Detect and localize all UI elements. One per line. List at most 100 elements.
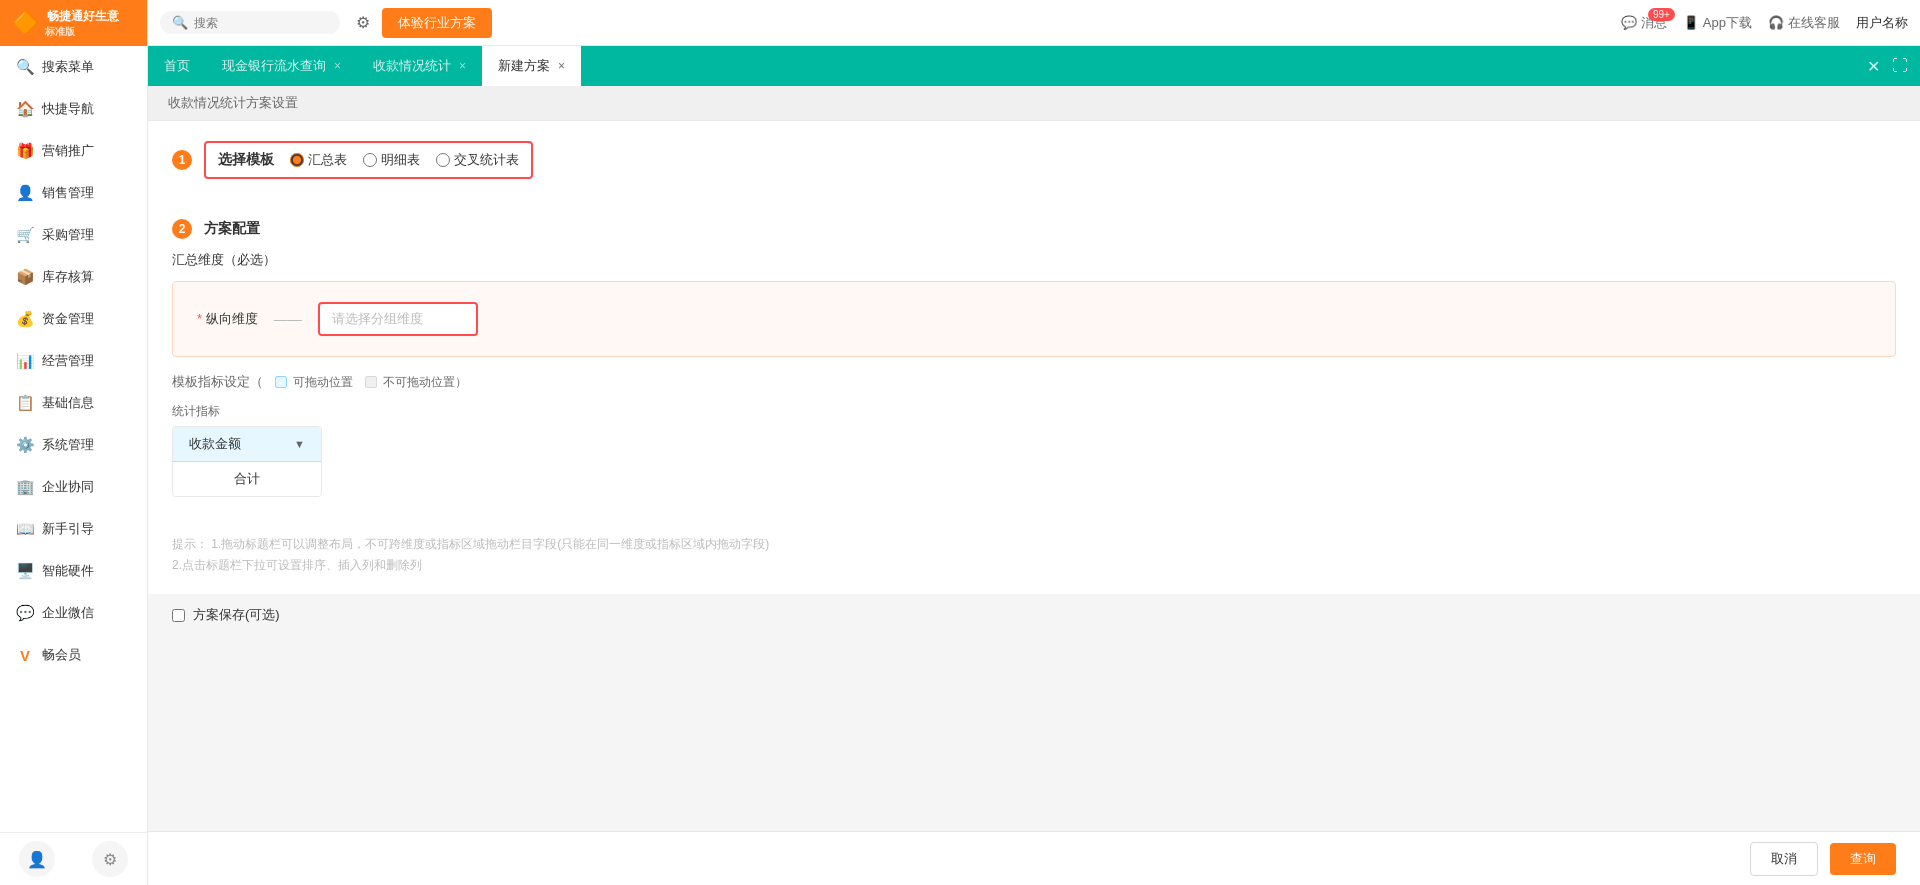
home-icon: 🏠 xyxy=(16,100,34,118)
search-input[interactable] xyxy=(194,16,328,30)
sidebar-item-inventory[interactable]: 📦 库存核算 xyxy=(0,256,147,298)
sidebar-item-label: 新手引导 xyxy=(42,520,94,538)
book-icon: 📖 xyxy=(16,520,34,538)
message-icon: 💬 xyxy=(1621,15,1637,30)
gift-icon: 🎁 xyxy=(16,142,34,160)
sidebar-item-label: 搜索菜单 xyxy=(42,58,94,76)
sidebar-item-quick-nav[interactable]: 🏠 快捷导航 xyxy=(0,88,147,130)
radio-detail[interactable]: 明细表 xyxy=(363,151,420,169)
tab-receipt-close[interactable]: × xyxy=(459,59,466,73)
sidebar-item-system[interactable]: ⚙️ 系统管理 xyxy=(0,424,147,466)
notification-btn[interactable]: 💬 消息 99+ xyxy=(1621,14,1667,32)
indicator-table: 收款金额 ▼ 合计 xyxy=(172,426,322,497)
gear-icon: ⚙️ xyxy=(16,436,34,454)
sidebar-item-basic-info[interactable]: 📋 基础信息 xyxy=(0,382,147,424)
fixed-dot xyxy=(365,376,377,388)
sidebar-item-label: 企业协同 xyxy=(42,478,94,496)
sidebar-item-label: 基础信息 xyxy=(42,394,94,412)
save-checkbox[interactable] xyxy=(172,609,185,622)
sidebar-item-search-menu[interactable]: 🔍 搜索菜单 xyxy=(0,46,147,88)
sidebar-item-marketing[interactable]: 🎁 营销推广 xyxy=(0,130,147,172)
stat-label: 统计指标 xyxy=(172,403,1896,420)
stat-col-label: 收款金额 xyxy=(189,435,241,453)
sidebar-item-label: 快捷导航 xyxy=(42,100,94,118)
radio-cross-input[interactable] xyxy=(436,153,450,167)
tab-new-plan-label: 新建方案 xyxy=(498,57,550,75)
topbar-right: 💬 消息 99+ 📱 App下载 🎧 在线客服 用户名称 xyxy=(1621,14,1908,32)
tab-cashflow-close[interactable]: × xyxy=(334,59,341,73)
dimension-select[interactable]: 请选择分组维度 xyxy=(318,302,478,336)
sidebar-item-label: 营销推广 xyxy=(42,142,94,160)
sidebar-item-label: 销售管理 xyxy=(42,184,94,202)
step2-section: 2 方案配置 汇总维度（必选） * 纵向维度 —— 请选择分组维度 xyxy=(148,219,1920,528)
footer: 取消 查询 xyxy=(148,831,1920,885)
indicators-title: 模板指标设定（ xyxy=(172,373,263,391)
tab-new-plan-close[interactable]: × xyxy=(558,59,565,73)
query-button[interactable]: 查询 xyxy=(1830,843,1896,875)
sidebar-item-enterprise[interactable]: 🏢 企业协同 xyxy=(0,466,147,508)
tab-new-plan[interactable]: 新建方案 × xyxy=(482,46,581,86)
sidebar-bottom: 👤 ⚙ xyxy=(0,832,147,885)
movable-label: 可拖动位置 xyxy=(293,374,353,391)
username: 用户名称 xyxy=(1856,14,1908,32)
box-icon: 📦 xyxy=(16,268,34,286)
sidebar-settings[interactable]: ⚙ xyxy=(92,841,128,877)
close-tab-icon[interactable]: ✕ xyxy=(1867,57,1880,76)
step1-row: 1 选择模板 汇总表 明细表 交叉统 xyxy=(172,141,1896,179)
sidebar-item-smart-hw[interactable]: 🖥️ 智能硬件 xyxy=(0,550,147,592)
hint2: 2.点击标题栏下拉可设置排序、插入列和删除列 xyxy=(172,557,1896,574)
sidebar-item-newbie[interactable]: 📖 新手引导 xyxy=(0,508,147,550)
app-logo: 🔶 畅捷通好生意 标准版 xyxy=(0,0,147,46)
topbar: 🔍 ⚙ 体验行业方案 💬 消息 99+ 📱 App下载 🎧 在线客服 用户名称 xyxy=(148,0,1920,46)
radio-summary-input[interactable] xyxy=(290,153,304,167)
download-btn[interactable]: 📱 App下载 xyxy=(1683,14,1752,32)
radio-detail-input[interactable] xyxy=(363,153,377,167)
expand-icon[interactable]: ⛶ xyxy=(1892,57,1908,75)
sidebar-item-member[interactable]: V 畅会员 xyxy=(0,634,147,676)
indicators-header: 模板指标设定（ 可拖动位置 不可拖动位置） xyxy=(172,373,1896,391)
download-label: App下载 xyxy=(1703,14,1752,32)
service-label: 在线客服 xyxy=(1788,14,1840,32)
dimension-placeholder: 请选择分组维度 xyxy=(332,311,423,326)
sidebar-item-wechat[interactable]: 💬 企业微信 xyxy=(0,592,147,634)
step1-section: 1 选择模板 汇总表 明细表 交叉统 xyxy=(148,121,1920,219)
indicator-header[interactable]: 收款金额 ▼ xyxy=(173,427,321,462)
template-border: 选择模板 汇总表 明细表 交叉统计表 xyxy=(204,141,533,179)
cart-icon: 🛒 xyxy=(16,226,34,244)
legend-movable: 可拖动位置 xyxy=(275,374,353,391)
tab-cashflow[interactable]: 现金银行流水查询 × xyxy=(206,46,357,86)
sidebar-item-finance[interactable]: 💰 资金管理 xyxy=(0,298,147,340)
sidebar-item-management[interactable]: 📊 经营管理 xyxy=(0,340,147,382)
main-area: 🔍 ⚙ 体验行业方案 💬 消息 99+ 📱 App下载 🎧 在线客服 用户名称 … xyxy=(148,0,1920,885)
step1-label: 选择模板 xyxy=(218,151,274,169)
dropdown-icon[interactable]: ▼ xyxy=(294,438,305,450)
tab-home[interactable]: 首页 xyxy=(148,46,206,86)
sidebar-item-label: 智能硬件 xyxy=(42,562,94,580)
sidebar-item-sales[interactable]: 👤 销售管理 xyxy=(0,172,147,214)
sidebar-item-label: 系统管理 xyxy=(42,436,94,454)
cancel-button[interactable]: 取消 xyxy=(1750,842,1818,876)
radio-cross[interactable]: 交叉统计表 xyxy=(436,151,519,169)
radio-detail-label: 明细表 xyxy=(381,151,420,169)
tab-receipt-stat[interactable]: 收款情况统计 × xyxy=(357,46,482,86)
tab-cashflow-label: 现金银行流水查询 xyxy=(222,57,326,75)
sidebar-item-purchase[interactable]: 🛒 采购管理 xyxy=(0,214,147,256)
doc-icon: 📋 xyxy=(16,394,34,412)
badge-count: 99+ xyxy=(1648,8,1675,21)
search-box[interactable]: 🔍 xyxy=(160,11,340,34)
legend-fixed: 不可拖动位置） xyxy=(365,374,467,391)
radio-summary[interactable]: 汇总表 xyxy=(290,151,347,169)
tab-bar: 首页 现金银行流水查询 × 收款情况统计 × 新建方案 × ✕ ⛶ xyxy=(148,46,1920,86)
sidebar-item-label: 经营管理 xyxy=(42,352,94,370)
sidebar-item-label: 资金管理 xyxy=(42,310,94,328)
sidebar-item-label: 库存核算 xyxy=(42,268,94,286)
fixed-label: 不可拖动位置） xyxy=(383,374,467,391)
trial-btn[interactable]: 体验行业方案 xyxy=(382,8,492,38)
page-content: 收款情况统计方案设置 1 选择模板 汇总表 明细表 xyxy=(148,86,1920,831)
sidebar-avatar[interactable]: 👤 xyxy=(19,841,55,877)
service-btn[interactable]: 🎧 在线客服 xyxy=(1768,14,1840,32)
dimension-area: * 纵向维度 —— 请选择分组维度 xyxy=(172,281,1896,357)
radio-group: 汇总表 明细表 交叉统计表 xyxy=(290,151,519,169)
sidebar: 🔶 畅捷通好生意 标准版 🔍 搜索菜单 🏠 快捷导航 🎁 营销推广 👤 销售管理… xyxy=(0,0,148,885)
settings-icon[interactable]: ⚙ xyxy=(356,13,370,32)
